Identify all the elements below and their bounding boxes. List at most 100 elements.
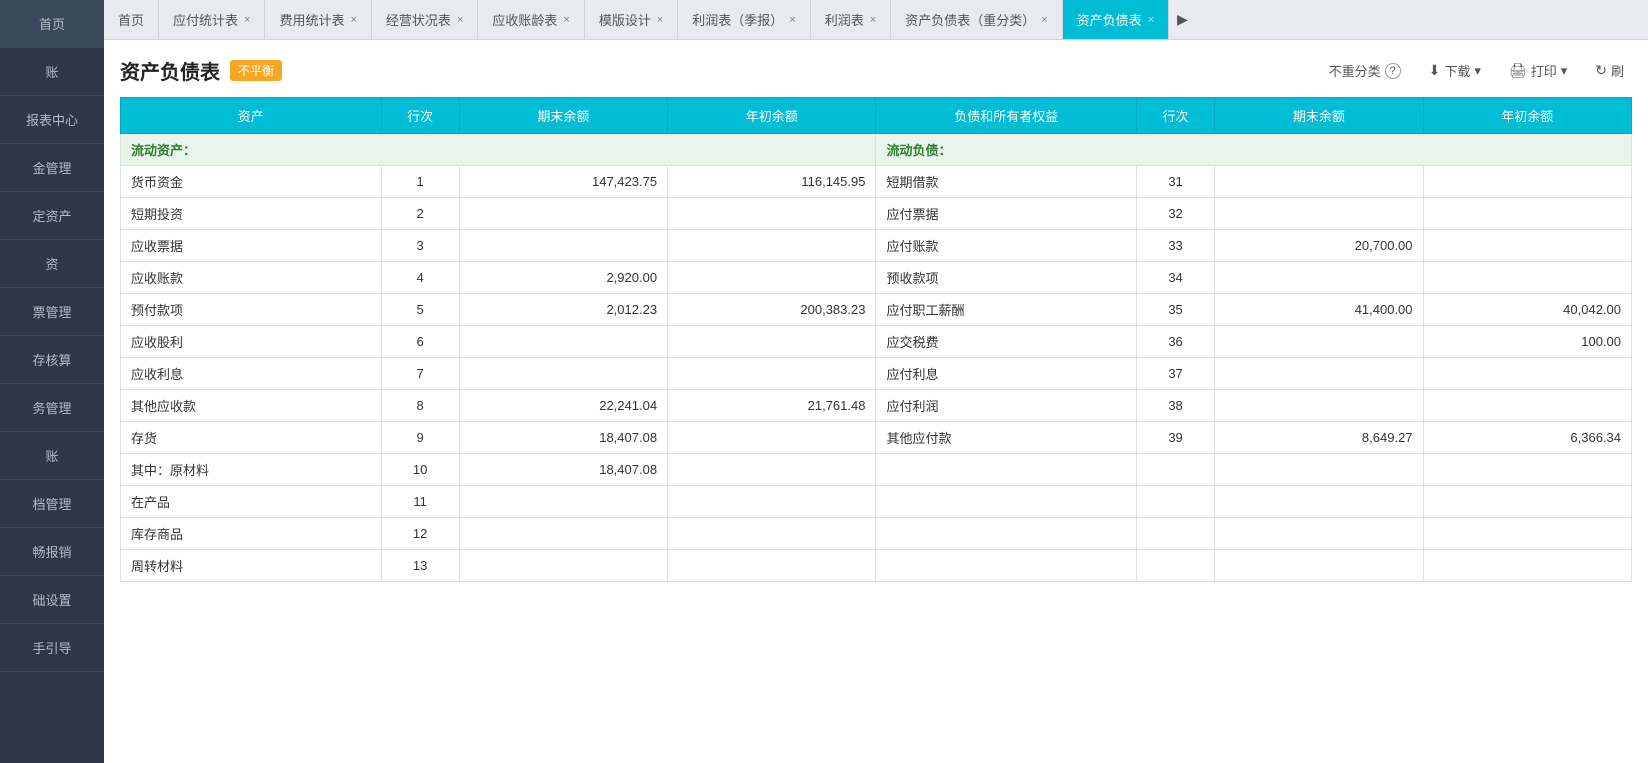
table-header-row: 资产 行次 期末余额 年初余额 负债和所有者权益 行次 期末余额 年初余额 [121,98,1632,134]
tab-close-profit-quarterly[interactable]: × [789,14,795,26]
sidebar-item-expense[interactable]: 畅报销 [0,528,104,576]
cell-year-start2 [1423,358,1631,390]
tab-scroll-right[interactable]: ▶ [1169,0,1196,40]
header-row-num: 行次 [381,98,459,134]
tab-template-design[interactable]: 模版设计 × [585,0,678,40]
tab-close-business-status[interactable]: × [457,14,463,26]
cell-row-num: 12 [381,518,459,550]
cell-year-start2: 40,042.00 [1423,294,1631,326]
header-liability: 负债和所有者权益 [876,98,1137,134]
sidebar-item-archive-mgmt[interactable]: 档管理 [0,480,104,528]
cell-year-start2 [1423,230,1631,262]
cell-row-num: 3 [381,230,459,262]
tab-expense-stats[interactable]: 费用统计表 × [265,0,371,40]
cell-period-end: 2,920.00 [459,262,667,294]
table-row: 预付款项 5 2,012.23 200,383.23 应付职工薪酬 35 41,… [121,294,1632,326]
cell-row-num2: 32 [1136,198,1214,230]
cell-liability: 应付票据 [876,198,1137,230]
header-year-start: 年初余额 [668,98,876,134]
cell-row-num: 13 [381,550,459,582]
sidebar-item-ledger[interactable]: 账 [0,432,104,480]
cell-period-end2 [1215,454,1423,486]
cell-period-end2: 20,700.00 [1215,230,1423,262]
cell-asset: 其他应收款 [121,390,382,422]
table-row: 短期投资 2 应付票据 32 [121,198,1632,230]
sidebar-item-settings[interactable]: 础设置 [0,576,104,624]
sidebar-item-ticket-mgmt[interactable]: 票管理 [0,288,104,336]
cell-year-start [668,230,876,262]
tab-close-template-design[interactable]: × [657,14,663,26]
cell-period-end2: 8,649.27 [1215,422,1423,454]
print-arrow-icon: ▾ [1561,63,1568,79]
cell-period-end [459,486,667,518]
cell-year-start2 [1423,262,1631,294]
cell-period-end [459,550,667,582]
tab-payable-stats[interactable]: 应付统计表 × [159,0,265,40]
cell-liability [876,550,1137,582]
cell-year-start [668,454,876,486]
cell-period-end2 [1215,166,1423,198]
cell-asset: 应收利息 [121,358,382,390]
table-row: 应收股利 6 应交税费 36 100.00 [121,326,1632,358]
sidebar-item-capital[interactable]: 资 [0,240,104,288]
sidebar-item-inventory-calc[interactable]: 存核算 [0,336,104,384]
tab-profit[interactable]: 利润表 × [811,0,891,40]
cell-row-num: 5 [381,294,459,326]
cell-asset: 其中：原材料 [121,454,382,486]
section-left-label: 流动资产： [121,134,876,166]
cell-liability: 应付利息 [876,358,1137,390]
tab-receivable-aging[interactable]: 应收账龄表 × [478,0,584,40]
cell-asset: 应收账款 [121,262,382,294]
tab-close-payable-stats[interactable]: × [244,14,250,26]
table-row: 应收账款 4 2,920.00 预收款项 34 [121,262,1632,294]
classify-btn[interactable]: 不重分类 ? [1321,57,1409,84]
main-area: 首页 应付统计表 × 费用统计表 × 经营状况表 × 应收账龄表 × 模版设计 … [104,0,1648,763]
help-icon[interactable]: ? [1385,63,1401,79]
tab-close-receivable-aging[interactable]: × [563,14,569,26]
header-year-start2: 年初余额 [1423,98,1631,134]
tab-business-status[interactable]: 经营状况表 × [372,0,478,40]
balance-sheet-table: 资产 行次 期末余额 年初余额 负债和所有者权益 行次 期末余额 年初余额 流动… [120,97,1632,582]
print-btn[interactable]: 🖨 打印 ▾ [1501,57,1575,84]
content-area: 资产负债表 不平衡 不重分类 ? ⬇ 下载 ▾ 🖨 打印 ▾ [104,40,1648,763]
cell-year-start2: 6,366.34 [1423,422,1631,454]
tab-balance-sheet[interactable]: 资产负债表 × [1063,0,1169,40]
cell-period-end2 [1215,326,1423,358]
cell-year-start2 [1423,518,1631,550]
sidebar-item-home[interactable]: 首页 [0,0,104,48]
cell-period-end2 [1215,262,1423,294]
tab-close-balance-sheet[interactable]: × [1148,14,1154,26]
header-asset: 资产 [121,98,382,134]
cell-row-num2 [1136,550,1214,582]
cell-liability: 其他应付款 [876,422,1137,454]
table-row: 应收票据 3 应付账款 33 20,700.00 [121,230,1632,262]
cell-liability: 应付利润 [876,390,1137,422]
cell-row-num: 4 [381,262,459,294]
cell-year-start: 200,383.23 [668,294,876,326]
sidebar-item-account[interactable]: 账 [0,48,104,96]
refresh-btn[interactable]: ↻ 刷 [1587,57,1632,84]
download-label: 下载 [1444,61,1470,80]
sidebar-item-fixed-assets[interactable]: 定资产 [0,192,104,240]
sidebar-item-fund-mgmt[interactable]: 金管理 [0,144,104,192]
cell-row-num2 [1136,486,1214,518]
cell-period-end: 22,241.04 [459,390,667,422]
tab-balance-reclassified[interactable]: 资产负债表（重分类） × [891,0,1062,40]
cell-row-num: 11 [381,486,459,518]
download-btn[interactable]: ⬇ 下载 ▾ [1421,57,1489,84]
cell-asset: 预付款项 [121,294,382,326]
tab-close-profit[interactable]: × [870,14,876,26]
sidebar-item-tax-mgmt[interactable]: 务管理 [0,384,104,432]
page-title: 资产负债表 [120,56,220,85]
cell-asset: 短期投资 [121,198,382,230]
tab-close-expense-stats[interactable]: × [350,14,356,26]
cell-row-num: 1 [381,166,459,198]
cell-liability [876,454,1137,486]
cell-year-start [668,422,876,454]
tab-profit-quarterly[interactable]: 利润表（季报） × [678,0,810,40]
sidebar-item-report-center[interactable]: 报表中心 [0,96,104,144]
tab-close-balance-reclassified[interactable]: × [1041,14,1047,26]
tab-home[interactable]: 首页 [104,0,159,40]
sidebar-item-guide[interactable]: 手引导 [0,624,104,672]
tab-bar: 首页 应付统计表 × 费用统计表 × 经营状况表 × 应收账龄表 × 模版设计 … [104,0,1648,40]
